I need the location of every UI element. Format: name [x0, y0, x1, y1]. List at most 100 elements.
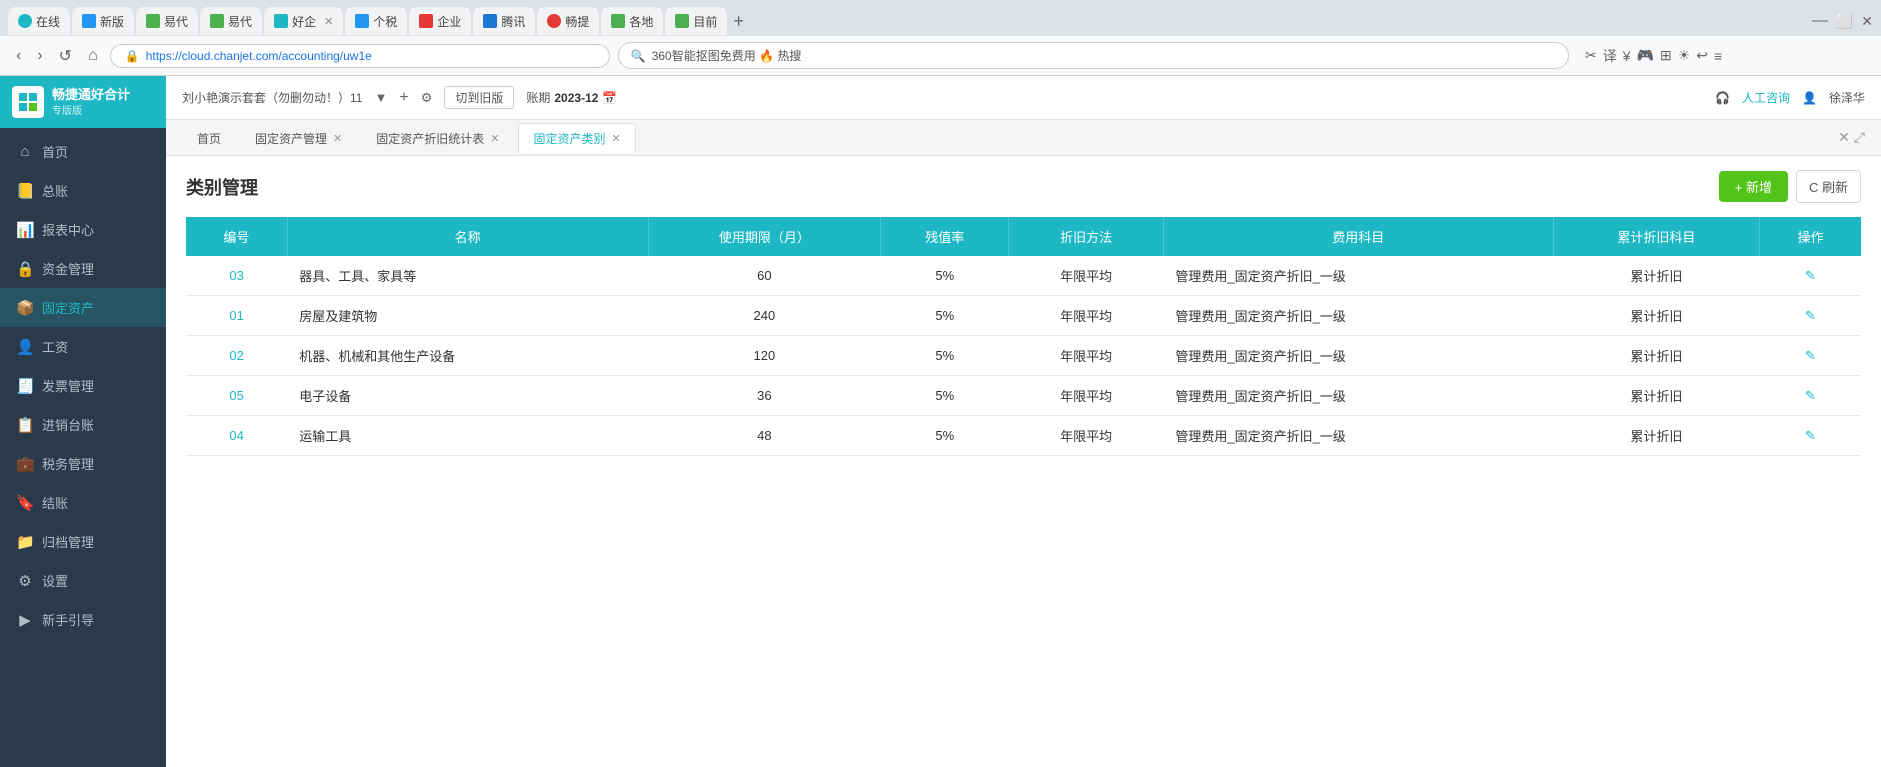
maximize-icon[interactable]: ⬜ [1836, 13, 1853, 30]
sidebar-item-tax[interactable]: 💼 税务管理 [0, 444, 166, 483]
wallet-icon[interactable]: ¥ [1623, 48, 1631, 64]
logo-sub: 专版版 [52, 102, 130, 117]
cell-months: 60 [648, 256, 881, 296]
browser-tab-7[interactable]: 企业 [409, 7, 471, 35]
browser-tab-4[interactable]: 易代 [200, 7, 262, 35]
page-title: 类别管理 [186, 174, 258, 200]
translate-icon[interactable]: 译 [1603, 46, 1617, 66]
cell-name: 运输工具 [287, 416, 648, 456]
logo-text: 畅捷通好合计 [52, 87, 130, 103]
sidebar-item-label: 进销台账 [42, 415, 94, 434]
browser-tab-6[interactable]: 个税 [345, 7, 407, 35]
cell-method: 年限平均 [1009, 296, 1163, 336]
edit-icon[interactable]: ✎ [1805, 388, 1816, 403]
sidebar-item-payroll[interactable]: 👤 工资 [0, 327, 166, 366]
tab-fixed-mgmt[interactable]: 固定资产管理 ✕ [240, 123, 357, 153]
edit-icon[interactable]: ✎ [1805, 348, 1816, 363]
col-name: 名称 [287, 217, 648, 256]
cell-action[interactable]: ✎ [1760, 336, 1861, 376]
sidebar-item-settlement[interactable]: 🔖 结账 [0, 483, 166, 522]
sidebar-item-guide[interactable]: ▶ 新手引导 [0, 600, 166, 639]
edit-icon[interactable]: ✎ [1805, 308, 1816, 323]
home-button[interactable]: ⌂ [84, 45, 102, 67]
add-button[interactable]: + 新增 [1719, 171, 1788, 202]
dropdown-arrow-icon[interactable]: ▼ [374, 90, 387, 105]
edit-icon[interactable]: ✎ [1805, 428, 1816, 443]
tab-category[interactable]: 固定资产类别 ✕ [518, 123, 635, 153]
tab-close-depreciation[interactable]: ✕ [490, 132, 499, 145]
browser-tab-1[interactable]: 在线 [8, 7, 70, 35]
expand-panel-icon[interactable]: ⤢ [1854, 129, 1865, 146]
undo-icon[interactable]: ↩ [1696, 47, 1708, 64]
table-row: 03 器具、工具、家具等 60 5% 年限平均 管理费用_固定资产折旧_一级 累… [186, 256, 1861, 296]
cell-code[interactable]: 02 [186, 336, 287, 376]
sidebar-item-inventory[interactable]: 📋 进销台账 [0, 405, 166, 444]
search-bar[interactable]: 🔍 360智能抠图免费用 🔥 热搜 [618, 42, 1569, 69]
cell-code[interactable]: 01 [186, 296, 287, 336]
browser-tab-11[interactable]: 目前 [665, 7, 727, 35]
sidebar-item-label: 总账 [42, 181, 68, 200]
back-button[interactable]: ‹ [12, 45, 25, 67]
calendar-icon[interactable]: 📅 [602, 91, 617, 105]
sidebar-item-label: 报表中心 [42, 220, 94, 239]
edit-icon[interactable]: ✎ [1805, 268, 1816, 283]
cell-action[interactable]: ✎ [1760, 256, 1861, 296]
cell-residual: 5% [881, 416, 1009, 456]
cell-code[interactable]: 05 [186, 376, 287, 416]
browser-tab-10[interactable]: 各地 [601, 7, 663, 35]
browser-tab-2[interactable]: 新版 [72, 7, 134, 35]
sidebar-item-label: 新手引导 [42, 610, 94, 629]
tab-depreciation[interactable]: 固定资产折旧统计表 ✕ [361, 123, 514, 153]
menu-icon[interactable]: ≡ [1714, 48, 1722, 64]
sidebar-item-invoices[interactable]: 🧾 发票管理 [0, 366, 166, 405]
cell-depreciation: 累计折旧 [1553, 416, 1760, 456]
sidebar-item-ledger[interactable]: 📒 总账 [0, 171, 166, 210]
table-wrapper: 编号 名称 使用期限（月） 残值率 折旧方法 费用科目 累计折旧科目 操作 03… [166, 217, 1881, 476]
sidebar-item-fixed-assets[interactable]: 📦 固定资产 [0, 288, 166, 327]
tab-home[interactable]: 首页 [182, 123, 236, 153]
cell-expense: 管理费用_固定资产折旧_一级 [1163, 416, 1553, 456]
table-row: 02 机器、机械和其他生产设备 120 5% 年限平均 管理费用_固定资产折旧_… [186, 336, 1861, 376]
sidebar-item-home[interactable]: ⌂ 首页 [0, 132, 166, 171]
refresh-button[interactable]: C 刷新 [1796, 170, 1861, 203]
cell-action[interactable]: ✎ [1760, 296, 1861, 336]
sidebar-item-settings[interactable]: ⚙ 设置 [0, 561, 166, 600]
sidebar-item-archive[interactable]: 📁 归档管理 [0, 522, 166, 561]
add-account-icon[interactable]: + [399, 89, 408, 107]
brightness-icon[interactable]: ☀ [1678, 47, 1691, 64]
cell-depreciation: 累计折旧 [1553, 376, 1760, 416]
sidebar-item-funds[interactable]: 🔒 资金管理 [0, 249, 166, 288]
cell-action[interactable]: ✎ [1760, 376, 1861, 416]
grid-icon[interactable]: ⊞ [1660, 47, 1672, 64]
close-window-icon[interactable]: ✕ [1861, 13, 1873, 30]
cell-code[interactable]: 04 [186, 416, 287, 456]
sidebar-logo: 畅捷通好合计 专版版 [0, 76, 166, 128]
tab-close-fixed-mgmt[interactable]: ✕ [333, 132, 342, 145]
minimize-icon[interactable]: — [1812, 12, 1828, 30]
new-tab-button[interactable]: + [729, 12, 748, 30]
close-panel-icon[interactable]: ✕ [1838, 129, 1850, 146]
cell-method: 年限平均 [1009, 336, 1163, 376]
switch-version-button[interactable]: 切到旧版 [444, 86, 514, 109]
sidebar-item-label: 首页 [42, 142, 68, 161]
cell-expense: 管理费用_固定资产折旧_一级 [1163, 336, 1553, 376]
browser-tab-9[interactable]: 畅提 [537, 7, 599, 35]
cell-months: 36 [648, 376, 881, 416]
tab-close-category[interactable]: ✕ [612, 132, 621, 145]
url-bar[interactable]: 🔒 https://cloud.chanjet.com/accounting/u… [110, 44, 610, 68]
browser-tab-5[interactable]: 好企 ✕ [264, 7, 343, 35]
browser-tab-3[interactable]: 易代 [136, 7, 198, 35]
forward-button[interactable]: › [33, 45, 46, 67]
sidebar-item-reports[interactable]: 📊 报表中心 [0, 210, 166, 249]
scissors-icon[interactable]: ✂ [1585, 47, 1597, 64]
topbar: 刘小艳演示套套（勿删勿动！）11 ▼ + ⚙ 切到旧版 账期 2023-12 📅… [166, 76, 1881, 120]
game-icon[interactable]: 🎮 [1637, 47, 1654, 64]
browser-tab-8[interactable]: 腾讯 [473, 7, 535, 35]
cell-action[interactable]: ✎ [1760, 416, 1861, 456]
reload-button[interactable]: ↺ [55, 44, 76, 68]
col-action: 操作 [1760, 217, 1861, 256]
service-label[interactable]: 人工咨询 [1742, 89, 1790, 106]
cell-code[interactable]: 03 [186, 256, 287, 296]
tab-close-5[interactable]: ✕ [324, 15, 333, 28]
account-settings-icon[interactable]: ⚙ [421, 90, 433, 106]
